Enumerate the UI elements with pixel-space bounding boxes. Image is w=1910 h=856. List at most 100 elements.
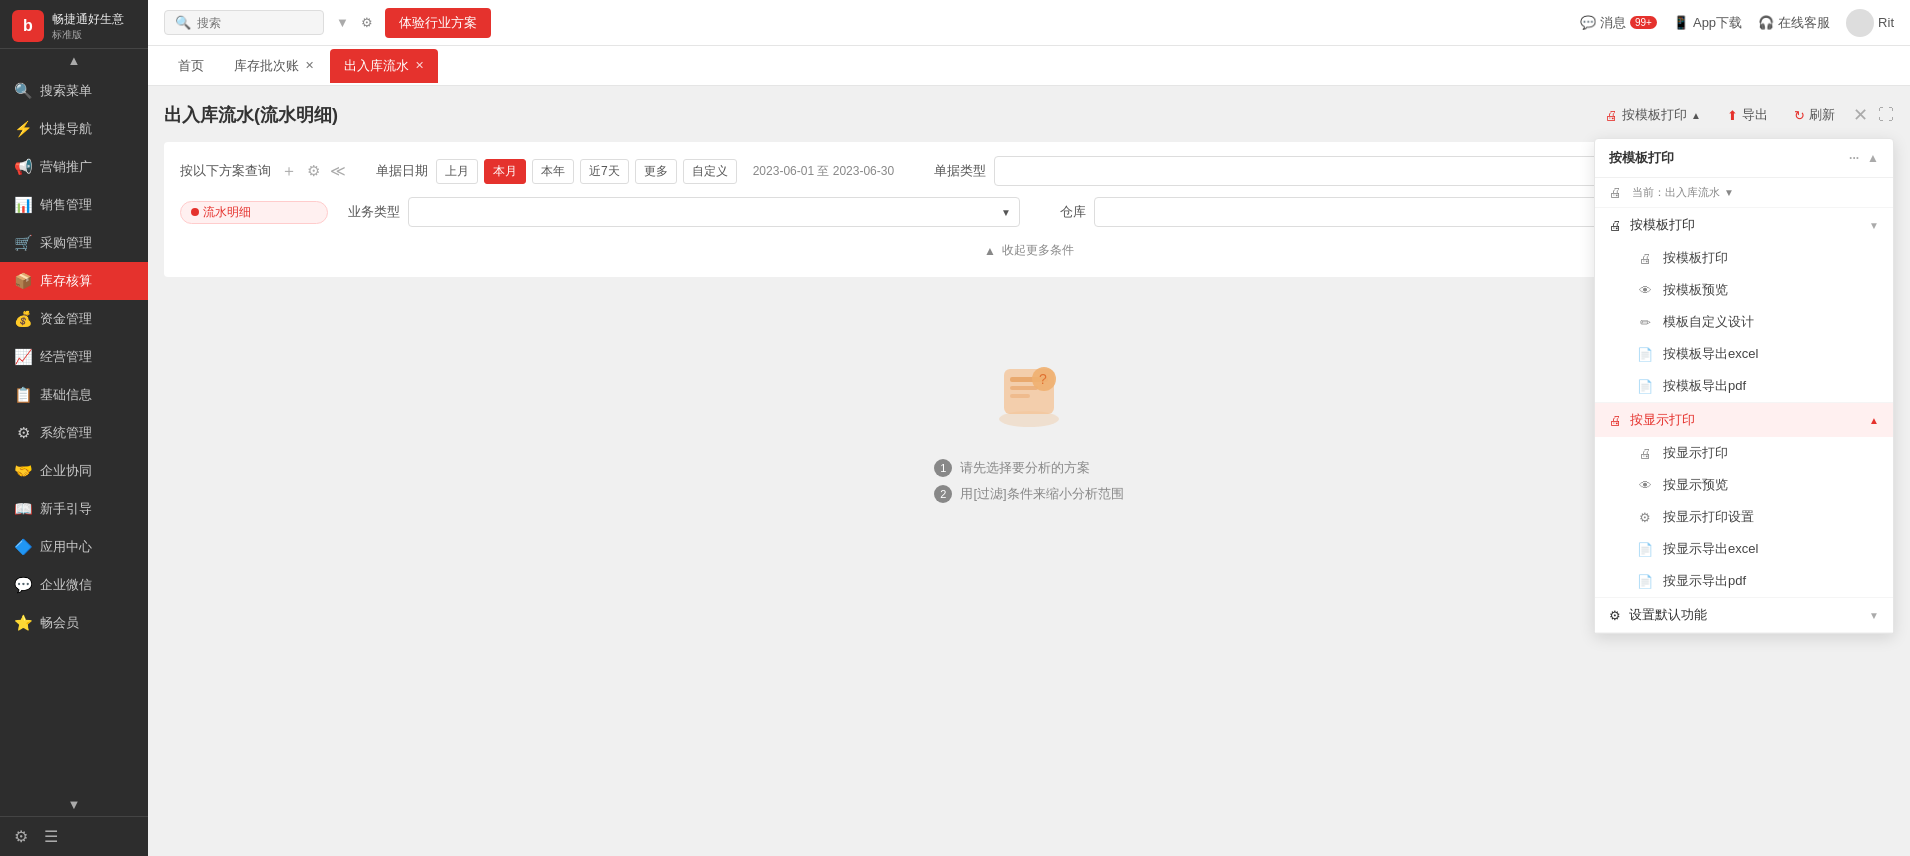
industry-solution-button[interactable]: 体验行业方案 <box>385 8 491 38</box>
template-excel-icon: 📄 <box>1637 346 1653 362</box>
search-settings-icon[interactable]: ⚙ <box>307 162 320 180</box>
message-icon: 💬 <box>1580 15 1596 30</box>
business-type-chevron-down-icon: ▼ <box>1001 207 1011 218</box>
search-icon: 🔍 <box>175 15 191 30</box>
page-title: 出入库流水(流水明细) <box>164 103 338 127</box>
search-input[interactable] <box>197 16 297 30</box>
date-custom-button[interactable]: 自定义 <box>683 159 737 184</box>
date-more-button[interactable]: 更多 <box>635 159 677 184</box>
template-preview-item[interactable]: 👁 按模板预览 <box>1595 274 1893 306</box>
tab-bar: 首页 库存批次账 ✕ 出入库流水 ✕ <box>148 46 1910 86</box>
template-custom-item[interactable]: ✏ 模板自定义设计 <box>1595 306 1893 338</box>
menu-toggle-icon[interactable]: ☰ <box>44 827 58 846</box>
basic-icon: 📋 <box>14 386 32 404</box>
app-download-button[interactable]: 📱 App下载 <box>1673 14 1742 32</box>
sidebar-item-operation[interactable]: 📈经营管理 <box>0 338 148 376</box>
scroll-up-arrow[interactable]: ▲ <box>0 49 148 72</box>
sidebar-item-finance[interactable]: 💰资金管理 <box>0 300 148 338</box>
display-print-chevron-up-icon: ▲ <box>1869 415 1879 426</box>
sidebar-item-label: 基础信息 <box>40 386 92 404</box>
tab-flow[interactable]: 出入库流水 ✕ <box>330 49 438 83</box>
date-last-month-button[interactable]: 上月 <box>436 159 478 184</box>
sidebar-item-search[interactable]: 🔍搜索菜单 <box>0 72 148 110</box>
sidebar-item-system[interactable]: ⚙ 系统管理 <box>0 414 148 452</box>
tab-batch-close[interactable]: ✕ <box>305 59 314 72</box>
empty-step-1: 1 请先选择要分析的方案 <box>934 455 1123 481</box>
user-avatar[interactable]: Rit <box>1846 9 1894 37</box>
system-icon: ⚙ <box>14 424 32 442</box>
topbar-gear-icon[interactable]: ⚙ <box>361 15 373 30</box>
sidebar-item-inventory[interactable]: 📦库存核算 <box>0 262 148 300</box>
sidebar-nav: 🔍搜索菜单⚡快捷导航📢营销推广📊销售管理🛒采购管理📦库存核算💰资金管理📈经营管理… <box>0 72 148 793</box>
display-print-icon: 🖨 <box>1637 445 1653 461</box>
window-maximize-button[interactable]: ⛶ <box>1878 106 1894 124</box>
sidebar-item-basic[interactable]: 📋 基础信息 <box>0 376 148 414</box>
sales-icon: 📊 <box>14 196 32 214</box>
display-print-action-item[interactable]: 🖨 按显示打印 <box>1595 437 1893 469</box>
current-template-item[interactable]: 🖨 当前：出入库流水 ▼ <box>1595 178 1893 207</box>
message-button[interactable]: 💬 消息 99+ <box>1580 14 1657 32</box>
dropdown-collapse-icon[interactable]: ▲ <box>1867 151 1879 165</box>
window-close-button[interactable]: ✕ <box>1853 104 1868 126</box>
page-header: 出入库流水(流水明细) 🖨 按模板打印 ▲ ⬆ 导出 ↻ 刷新 ✕ ⛶ <box>164 102 1894 128</box>
sidebar-item-apps[interactable]: 🔷应用中心 <box>0 528 148 566</box>
sidebar-item-label: 企业微信 <box>40 576 92 594</box>
avatar-image <box>1846 9 1874 37</box>
template-export-excel-item[interactable]: 📄 按模板导出excel <box>1595 338 1893 370</box>
tab-flow-close[interactable]: ✕ <box>415 59 424 72</box>
shortcut-icon: ⚡ <box>14 120 32 138</box>
set-default-section-header[interactable]: ⚙ 设置默认功能 ▼ <box>1595 598 1893 632</box>
topbar-search[interactable]: 🔍 <box>164 10 324 35</box>
current-template-section: 🖨 当前：出入库流水 ▼ <box>1595 178 1893 208</box>
topbar-right: 💬 消息 99+ 📱 App下载 🎧 在线客服 Rit <box>1580 9 1894 37</box>
tab-batch[interactable]: 库存批次账 ✕ <box>220 49 328 83</box>
marketing-icon: 📢 <box>14 158 32 176</box>
empty-step-2: 2 用[过滤]条件来缩小分析范围 <box>934 481 1123 507</box>
sidebar-item-cooperation[interactable]: 🤝企业协同 <box>0 452 148 490</box>
print-button[interactable]: 🖨 按模板打印 ▲ <box>1597 102 1709 128</box>
scroll-down-arrow[interactable]: ▼ <box>0 793 148 816</box>
set-default-section: ⚙ 设置默认功能 ▼ <box>1595 598 1893 633</box>
display-export-excel-item[interactable]: 📄 按显示导出excel <box>1595 533 1893 565</box>
export-button[interactable]: ⬆ 导出 <box>1719 102 1776 128</box>
date-range-label: 2023-06-01 至 2023-06-30 <box>753 163 894 180</box>
template-print-action-item[interactable]: 🖨 按模板打印 <box>1595 242 1893 274</box>
search-icon: 🔍 <box>14 82 32 100</box>
set-default-icon: ⚙ <box>1609 608 1621 623</box>
date-this-month-button[interactable]: 本月 <box>484 159 526 184</box>
template-print-chevron-down-icon: ▼ <box>1869 220 1879 231</box>
display-preview-item[interactable]: 👁 按显示预览 <box>1595 469 1893 501</box>
sidebar-item-wechat[interactable]: 💬企业微信 <box>0 566 148 604</box>
template-print-section-header[interactable]: 🖨 按模板打印 ▼ <box>1595 208 1893 242</box>
tab-home[interactable]: 首页 <box>164 49 218 83</box>
search-add-icon[interactable]: ＋ <box>281 161 297 182</box>
display-print-settings-item[interactable]: ⚙ 按显示打印设置 <box>1595 501 1893 533</box>
sidebar-bottom: ⚙ ☰ <box>0 816 148 856</box>
sidebar-item-marketing[interactable]: 📢营销推广 <box>0 148 148 186</box>
business-type-select[interactable]: ▼ <box>408 197 1020 227</box>
sidebar-item-member[interactable]: ⭐畅会员 <box>0 604 148 642</box>
customer-service-button[interactable]: 🎧 在线客服 <box>1758 14 1830 32</box>
display-export-pdf-item[interactable]: 📄 按显示导出pdf <box>1595 565 1893 597</box>
print-dropdown-panel: 按模板打印 ··· ▲ 🖨 当前：出入库流水 ▼ <box>1594 138 1894 634</box>
template-preview-icon: 👁 <box>1637 282 1653 298</box>
sidebar-item-shortcut[interactable]: ⚡快捷导航 <box>0 110 148 148</box>
filter-tag[interactable]: 流水明细 <box>180 201 328 224</box>
sidebar-item-sales[interactable]: 📊销售管理 <box>0 186 148 224</box>
topbar: 🔍 ▼ ⚙ 体验行业方案 💬 消息 99+ 📱 App下载 🎧 在线客服 Rit <box>148 0 1910 46</box>
sidebar-item-guide[interactable]: 📖新手引导 <box>0 490 148 528</box>
search-collapse-icon[interactable]: ≪ <box>330 162 346 180</box>
refresh-button[interactable]: ↻ 刷新 <box>1786 102 1843 128</box>
display-print-section-header[interactable]: 🖨 按显示打印 ▲ <box>1595 403 1893 437</box>
dropdown-arrow-icon[interactable]: ▼ <box>336 15 349 30</box>
main-area: 🔍 ▼ ⚙ 体验行业方案 💬 消息 99+ 📱 App下载 🎧 在线客服 Rit <box>148 0 1910 856</box>
dropdown-more-icon[interactable]: ··· <box>1849 151 1859 165</box>
display-preview-icon: 👁 <box>1637 477 1653 493</box>
template-export-pdf-item[interactable]: 📄 按模板导出pdf <box>1595 370 1893 402</box>
svg-rect-3 <box>1010 386 1038 390</box>
date-7days-button[interactable]: 近7天 <box>580 159 629 184</box>
settings-icon[interactable]: ⚙ <box>14 827 28 846</box>
sidebar-item-purchase[interactable]: 🛒采购管理 <box>0 224 148 262</box>
date-this-year-button[interactable]: 本年 <box>532 159 574 184</box>
sidebar-item-label: 系统管理 <box>40 424 92 442</box>
